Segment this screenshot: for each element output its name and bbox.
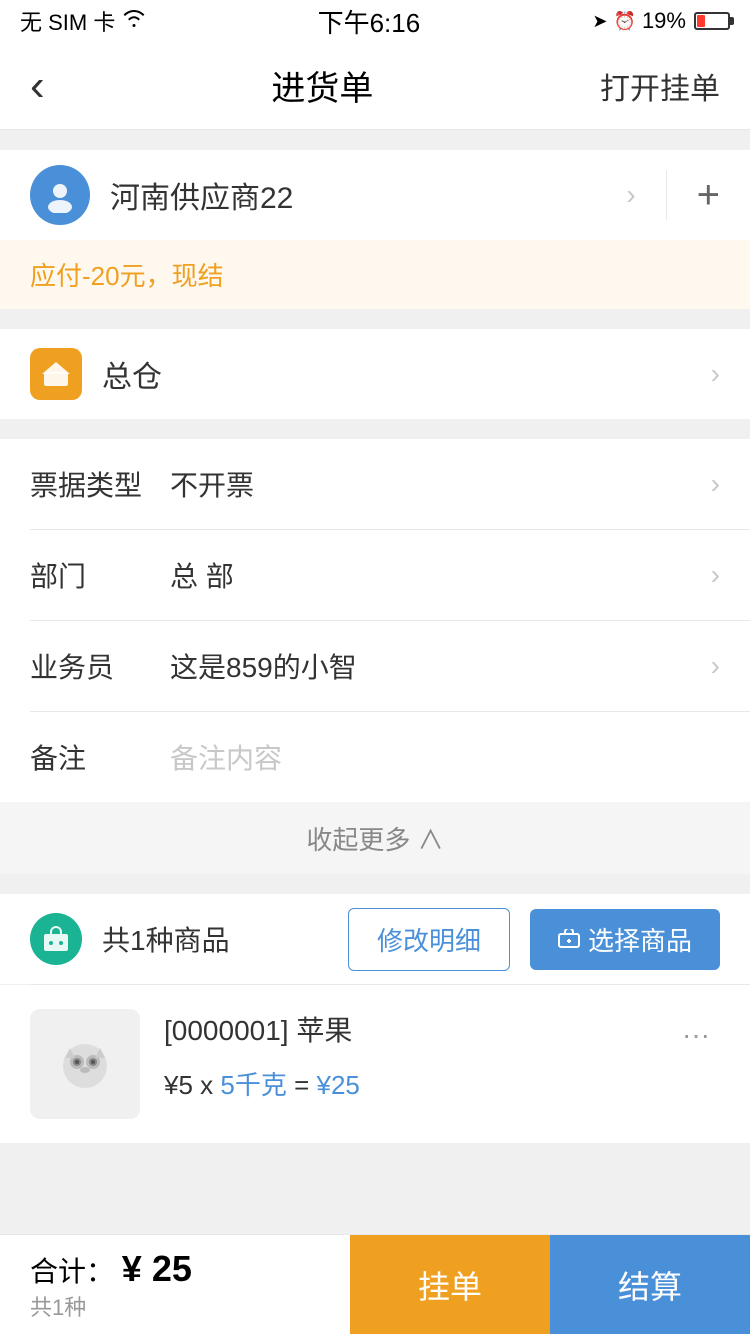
select-product-label: 选择商品 bbox=[588, 921, 692, 958]
invoice-row[interactable]: 票据类型 不开票 › bbox=[0, 439, 750, 529]
product-name: [0000001] 苹果 bbox=[164, 1009, 672, 1049]
vertical-divider bbox=[666, 170, 667, 220]
status-bar: 无 SIM 卡 下午6:16 ➤ ⏰ 19% bbox=[0, 0, 750, 42]
form-section: 票据类型 不开票 › 部门 总 部 › 业务员 这是859的小智 › 备注 备注… bbox=[0, 439, 750, 802]
warehouse-name: 总仓 bbox=[102, 352, 711, 396]
quantity: 5千克 bbox=[220, 1070, 286, 1100]
bottom-bar: 合计： ¥ 25 共1种 挂单 结算 bbox=[0, 1234, 750, 1334]
product-info: [0000001] 苹果 ¥5 x 5千克 = ¥25 bbox=[164, 1009, 672, 1102]
total-row: 合计： ¥ 25 bbox=[30, 1248, 320, 1290]
salesperson-chevron-icon: › bbox=[711, 650, 720, 682]
divider-4 bbox=[0, 874, 750, 894]
salesperson-value: 这是859的小智 bbox=[170, 646, 711, 686]
salesperson-label: 业务员 bbox=[30, 646, 150, 686]
product-icon bbox=[30, 913, 82, 965]
total-prefix: 合计： bbox=[30, 1256, 114, 1287]
battery-icon bbox=[694, 12, 730, 30]
wifi-icon bbox=[123, 8, 145, 34]
invoice-value: 不开票 bbox=[170, 464, 711, 504]
page-title: 进货单 bbox=[271, 61, 373, 110]
supplier-avatar bbox=[30, 165, 90, 225]
remark-input[interactable]: 备注内容 bbox=[170, 737, 720, 777]
warehouse-section: 总仓 › bbox=[0, 329, 750, 419]
product-header: 共1种商品 修改明细 选择商品 bbox=[0, 894, 750, 984]
supplier-section: 河南供应商22 › + 应付-20元，现结 bbox=[0, 150, 750, 309]
total-amount: ¥ 25 bbox=[122, 1248, 192, 1289]
nav-bar: ‹ 进货单 打开挂单 bbox=[0, 42, 750, 130]
divider-3 bbox=[0, 419, 750, 439]
open-hang-button[interactable]: 打开挂单 bbox=[600, 64, 720, 108]
product-thumbnail bbox=[30, 1009, 140, 1119]
add-button[interactable]: + bbox=[697, 173, 720, 218]
total-price: ¥25 bbox=[316, 1070, 359, 1100]
carrier-label: 无 SIM 卡 bbox=[20, 5, 115, 37]
remark-row[interactable]: 备注 备注内容 bbox=[0, 712, 750, 802]
supplier-name: 河南供应商22 bbox=[110, 173, 626, 217]
dept-value: 总 部 bbox=[170, 555, 711, 595]
status-left: 无 SIM 卡 bbox=[20, 5, 145, 37]
total-count: 共1种 bbox=[30, 1290, 320, 1322]
more-button[interactable]: ··· bbox=[672, 1009, 720, 1061]
product-code: [0000001] bbox=[164, 1015, 296, 1046]
checkout-button[interactable]: 结算 bbox=[550, 1235, 750, 1334]
product-item: [0000001] 苹果 ¥5 x 5千克 = ¥25 ··· bbox=[0, 985, 750, 1143]
status-time: 下午6:16 bbox=[318, 3, 421, 40]
product-title: 苹果 bbox=[296, 1015, 352, 1046]
dept-chevron-icon: › bbox=[711, 559, 720, 591]
remark-label: 备注 bbox=[30, 737, 150, 777]
product-price-detail: ¥5 x 5千克 = ¥25 bbox=[164, 1065, 672, 1102]
select-product-button[interactable]: 选择商品 bbox=[530, 909, 720, 970]
warehouse-row[interactable]: 总仓 › bbox=[0, 329, 750, 419]
divider-2 bbox=[0, 309, 750, 329]
invoice-label: 票据类型 bbox=[30, 464, 150, 504]
dept-row[interactable]: 部门 总 部 › bbox=[0, 530, 750, 620]
dept-label: 部门 bbox=[30, 555, 150, 595]
equals: = bbox=[287, 1070, 317, 1100]
salesperson-row[interactable]: 业务员 这是859的小智 › bbox=[0, 621, 750, 711]
warehouse-chevron-icon: › bbox=[711, 358, 720, 390]
total-section: 合计： ¥ 25 共1种 bbox=[0, 1248, 350, 1322]
edit-detail-button[interactable]: 修改明细 bbox=[348, 908, 510, 971]
bottom-spacer bbox=[0, 1143, 750, 1243]
supplier-row[interactable]: 河南供应商22 › + bbox=[0, 150, 750, 240]
product-count-label: 共1种商品 bbox=[102, 919, 348, 959]
alarm-icon: ⏰ bbox=[614, 11, 636, 32]
warehouse-icon bbox=[30, 348, 82, 400]
invoice-chevron-icon: › bbox=[711, 468, 720, 500]
collapse-label: 收起更多 ∧ bbox=[306, 820, 443, 857]
info-banner: 应付-20元，现结 bbox=[0, 240, 750, 309]
collapse-button[interactable]: 收起更多 ∧ bbox=[0, 802, 750, 874]
hang-button[interactable]: 挂单 bbox=[350, 1235, 550, 1334]
battery-percent: 19% bbox=[642, 8, 686, 34]
location-icon: ➤ bbox=[592, 11, 607, 32]
back-button[interactable]: ‹ bbox=[30, 61, 45, 111]
unit-price: ¥5 x bbox=[164, 1070, 220, 1100]
supplier-chevron-icon: › bbox=[626, 179, 635, 211]
status-right: ➤ ⏰ 19% bbox=[592, 8, 730, 34]
divider-1 bbox=[0, 130, 750, 150]
